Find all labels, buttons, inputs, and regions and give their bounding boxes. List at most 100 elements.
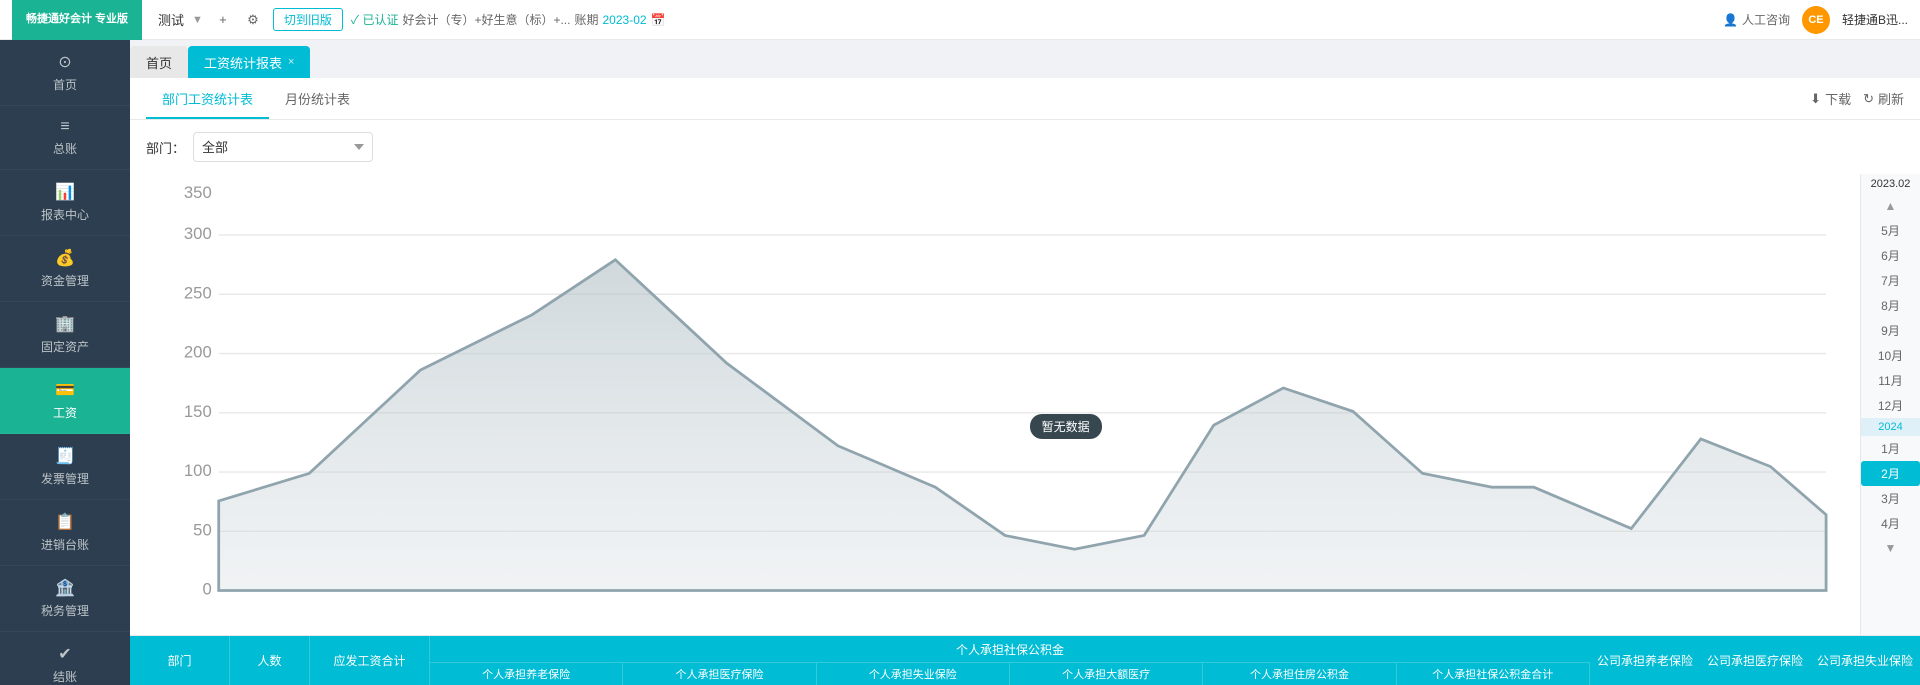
sidebar-item-invoices[interactable]: 🧾 发票管理 bbox=[0, 434, 130, 500]
sidebar: ⊙ 首页 ≡ 总账 📊 报表中心 💰 资金管理 🏢 固定资产 💳 工资 🧾 发票… bbox=[0, 40, 130, 685]
svg-text:0: 0 bbox=[202, 580, 211, 599]
month-item-2024-4[interactable]: 4月 bbox=[1861, 511, 1920, 536]
sidebar-item-ledger[interactable]: ≡ 总账 bbox=[0, 106, 130, 170]
sidebar-item-checkout[interactable]: ✔ 结账 bbox=[0, 632, 130, 685]
sub-col-major-medical: 个人承担大额医疗 bbox=[1010, 663, 1203, 685]
content-area: 首页 工资统计报表 × 部门工资统计表 月份统计表 ⬇ 下载 bbox=[130, 40, 1920, 685]
month-item-12[interactable]: 12月 bbox=[1861, 393, 1920, 418]
other-tags: 好会计（专）+好生意（标）+... bbox=[402, 11, 570, 28]
svg-text:350: 350 bbox=[184, 184, 212, 202]
sidebar-label-home: 首页 bbox=[53, 76, 77, 93]
logo-text: 畅捷通好会计 专业版 bbox=[26, 12, 128, 26]
refresh-button[interactable]: ↻ 刷新 bbox=[1863, 89, 1904, 108]
year-up-button[interactable]: ▲ bbox=[1881, 196, 1901, 216]
sidebar-label-payroll: 工资 bbox=[53, 404, 77, 421]
assets-icon: 🏢 bbox=[55, 314, 75, 334]
month-item-10[interactable]: 10月 bbox=[1861, 343, 1920, 368]
tax-icon: 🏦 bbox=[55, 578, 75, 598]
sidebar-item-home[interactable]: ⊙ 首页 bbox=[0, 40, 130, 106]
sub-col-pension: 个人承担养老保险 bbox=[430, 663, 623, 685]
sidebar-item-assets[interactable]: 🏢 固定资产 bbox=[0, 302, 130, 368]
tab-close-icon[interactable]: × bbox=[288, 56, 294, 68]
main-layout: ⊙ 首页 ≡ 总账 📊 报表中心 💰 资金管理 🏢 固定资产 💳 工资 🧾 发票… bbox=[0, 40, 1920, 685]
page-content: 部门工资统计表 月份统计表 ⬇ 下载 ↻ 刷新 bbox=[130, 78, 1920, 685]
year-2024-badge: 2024 bbox=[1861, 418, 1920, 436]
sub-tab-monthly[interactable]: 月份统计表 bbox=[269, 79, 366, 118]
username-label: 轻捷通B迅... bbox=[1842, 11, 1908, 28]
sidebar-label-assets: 固定资产 bbox=[41, 338, 89, 355]
month-item-5[interactable]: 5月 bbox=[1861, 218, 1920, 243]
month-item-6[interactable]: 6月 bbox=[1861, 243, 1920, 268]
sub-col-total-insurance: 个人承担社保公积金合计 bbox=[1397, 663, 1590, 685]
year-down-button[interactable]: ▼ bbox=[1881, 538, 1901, 558]
col-dept: 部门 bbox=[130, 636, 230, 685]
payroll-chart: 0 50 100 150 200 250 300 350 bbox=[170, 184, 1840, 625]
certified-tag: ✓ 已认证 bbox=[351, 11, 399, 28]
tab-payroll-label: 工资统计报表 bbox=[204, 53, 282, 72]
consult-button[interactable]: 👤 人工咨询 bbox=[1723, 11, 1790, 28]
tab-payroll-report[interactable]: 工资统计报表 × bbox=[188, 46, 310, 78]
add-icon[interactable]: + bbox=[211, 8, 235, 32]
filter-label: 部门： bbox=[146, 138, 185, 157]
department-filter-select[interactable]: 全部 销售部 财务部 行政部 技术部 bbox=[193, 132, 373, 162]
settings-icon[interactable]: ⚙ bbox=[241, 8, 265, 32]
chart-container: 0 50 100 150 200 250 300 350 bbox=[130, 174, 1860, 635]
sidebar-item-reports[interactable]: 📊 报表中心 bbox=[0, 170, 130, 236]
col-group-sub-cols: 个人承担养老保险 个人承担医疗保险 个人承担失业保险 个人承担大额医疗 个人承担… bbox=[430, 663, 1590, 685]
sidebar-label-checkout: 结账 bbox=[53, 668, 77, 685]
svg-text:50: 50 bbox=[193, 520, 212, 539]
month-item-8[interactable]: 8月 bbox=[1861, 293, 1920, 318]
workspace-name: 测试 bbox=[158, 10, 184, 29]
col-total-salary: 应发工资合计 bbox=[310, 636, 430, 685]
month-item-2024-3[interactable]: 3月 bbox=[1861, 486, 1920, 511]
funds-icon: 💰 bbox=[55, 248, 75, 268]
col-group-header: 个人承担社保公积金 bbox=[430, 636, 1590, 663]
sub-tab-dept-label: 部门工资统计表 bbox=[162, 92, 253, 107]
col-group-personal-insurance: 个人承担社保公积金 个人承担养老保险 个人承担医疗保险 个人承担失业保险 个人承… bbox=[430, 636, 1590, 685]
workspace-arrow-icon[interactable]: ▼ bbox=[192, 14, 203, 26]
svg-text:150: 150 bbox=[184, 402, 212, 421]
switch-old-version-button[interactable]: 切到旧版 bbox=[273, 8, 343, 31]
filter-bar: 部门： 全部 销售部 财务部 行政部 技术部 bbox=[130, 120, 1920, 174]
month-item-9[interactable]: 9月 bbox=[1861, 318, 1920, 343]
sub-tab-dept[interactable]: 部门工资统计表 bbox=[146, 79, 269, 118]
ledger-icon: ≡ bbox=[60, 118, 69, 136]
sidebar-label-reports: 报表中心 bbox=[41, 206, 89, 223]
reports-icon: 📊 bbox=[55, 182, 75, 202]
svg-text:100: 100 bbox=[184, 461, 212, 480]
sales-icon: 📋 bbox=[55, 512, 75, 532]
sidebar-item-sales[interactable]: 📋 进销台账 bbox=[0, 500, 130, 566]
svg-text:200: 200 bbox=[184, 343, 212, 362]
sidebar-label-ledger: 总账 bbox=[53, 140, 77, 157]
month-item-2024-1[interactable]: 1月 bbox=[1861, 436, 1920, 461]
bottom-table-header: 部门 人数 应发工资合计 个人承担社保公积金 个人承担养老保险 个人承担医疗保险… bbox=[130, 635, 1920, 685]
sidebar-item-tax[interactable]: 🏦 税务管理 bbox=[0, 566, 130, 632]
refresh-label: 刷新 bbox=[1878, 89, 1904, 108]
tab-home[interactable]: 首页 bbox=[130, 46, 188, 78]
calendar-icon[interactable]: 📅 bbox=[651, 13, 666, 27]
download-button[interactable]: ⬇ 下载 bbox=[1810, 89, 1851, 108]
refresh-icon: ↻ bbox=[1863, 91, 1874, 107]
period-value: 2023-02 bbox=[603, 13, 647, 27]
chart-section: 0 50 100 150 200 250 300 350 bbox=[130, 174, 1920, 635]
sidebar-label-funds: 资金管理 bbox=[41, 272, 89, 289]
year-label: 2023.02 bbox=[1861, 174, 1920, 194]
col-company-medical: 公司承担医疗保险 bbox=[1700, 636, 1810, 685]
month-item-11[interactable]: 11月 bbox=[1861, 368, 1920, 393]
header-action-buttons: + ⚙ bbox=[211, 8, 265, 32]
month-item-7[interactable]: 7月 bbox=[1861, 268, 1920, 293]
invoices-icon: 🧾 bbox=[55, 446, 75, 466]
sidebar-item-payroll[interactable]: 💳 工资 bbox=[0, 368, 130, 434]
period-label: 账期 bbox=[574, 11, 598, 28]
svg-text:250: 250 bbox=[184, 283, 212, 302]
month-item-2024-2[interactable]: 2月 bbox=[1861, 461, 1920, 486]
sidebar-label-invoices: 发票管理 bbox=[41, 470, 89, 487]
consult-icon: 👤 bbox=[1723, 13, 1738, 27]
sidebar-label-sales: 进销台账 bbox=[41, 536, 89, 553]
right-actions: 👤 人工咨询 CE 轻捷通B迅... bbox=[1723, 6, 1908, 34]
col-company-unemployment: 公司承担失业保险 bbox=[1810, 636, 1920, 685]
sidebar-item-funds[interactable]: 💰 资金管理 bbox=[0, 236, 130, 302]
user-avatar: CE bbox=[1802, 6, 1830, 34]
download-label: 下载 bbox=[1825, 89, 1851, 108]
sub-col-medical: 个人承担医疗保险 bbox=[623, 663, 816, 685]
